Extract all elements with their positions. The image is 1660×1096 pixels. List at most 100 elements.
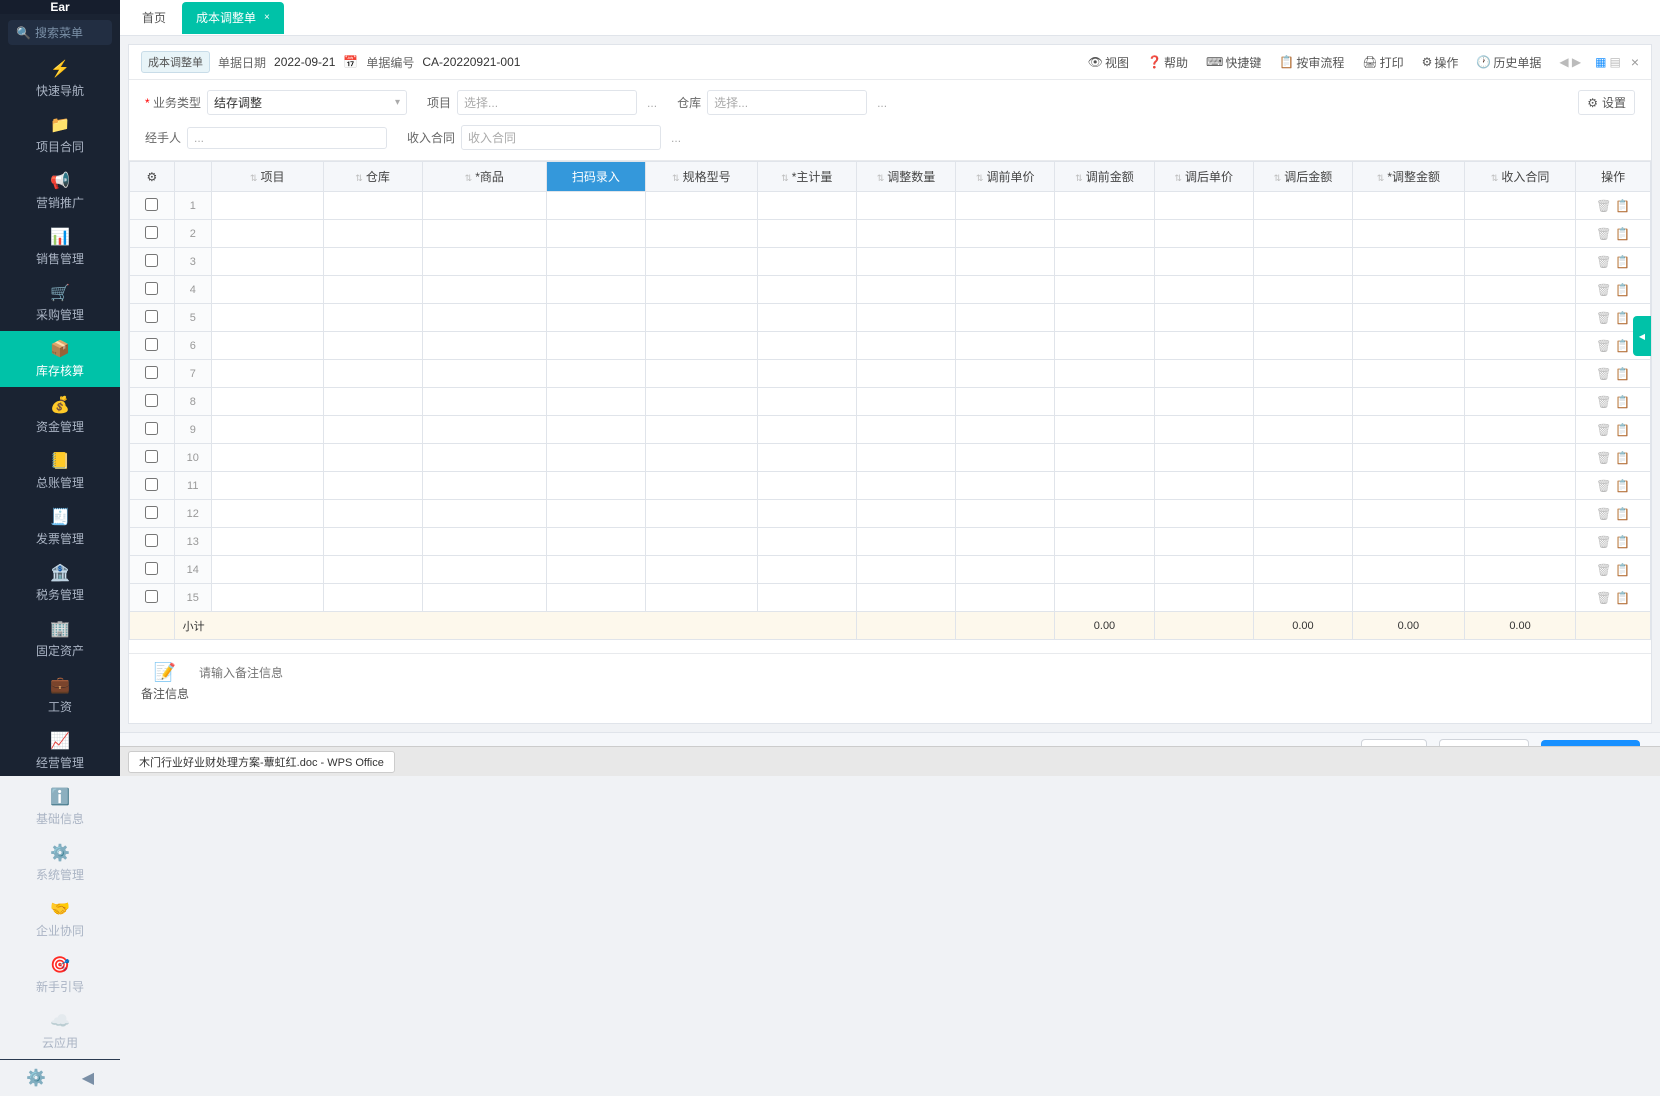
- row-after-price[interactable]: [1154, 472, 1253, 500]
- row-after-price[interactable]: [1154, 220, 1253, 248]
- row-checkbox[interactable]: [130, 388, 175, 416]
- row-before-price[interactable]: [956, 416, 1055, 444]
- grid-view-icon[interactable]: ▦: [1595, 55, 1606, 69]
- row-after-price[interactable]: [1154, 584, 1253, 612]
- row-unit[interactable]: [757, 332, 856, 360]
- row-before-price[interactable]: [956, 276, 1055, 304]
- row-project[interactable]: [211, 192, 323, 220]
- row-unit[interactable]: [757, 528, 856, 556]
- row-adjust-amount[interactable]: [1353, 360, 1465, 388]
- row-after-amount[interactable]: [1253, 220, 1352, 248]
- row-after-amount[interactable]: [1253, 360, 1352, 388]
- copy-row-icon[interactable]: 📋: [1615, 479, 1630, 493]
- row-project[interactable]: [211, 556, 323, 584]
- row-checkbox-input[interactable]: [145, 366, 158, 379]
- sidebar-item-inventory-check[interactable]: 📦 库存核算: [0, 331, 120, 387]
- row-scan[interactable]: [546, 192, 645, 220]
- income-contract-select[interactable]: 收入合同: [461, 125, 661, 150]
- row-adjust-amount[interactable]: [1353, 332, 1465, 360]
- sidebar-item-system-mgmt[interactable]: ⚙️ 系统管理: [0, 835, 120, 891]
- row-spec[interactable]: [646, 444, 758, 472]
- row-after-amount[interactable]: [1253, 248, 1352, 276]
- row-goods[interactable]: [422, 472, 546, 500]
- row-goods[interactable]: [422, 388, 546, 416]
- row-checkbox[interactable]: [130, 192, 175, 220]
- list-view-icon[interactable]: ▤: [1609, 55, 1620, 69]
- row-unit[interactable]: [757, 584, 856, 612]
- row-project[interactable]: [211, 360, 323, 388]
- row-scan[interactable]: [546, 248, 645, 276]
- row-warehouse[interactable]: [323, 584, 422, 612]
- row-before-price[interactable]: [956, 332, 1055, 360]
- col-adjust-amount-header[interactable]: ⇅ *调整金额: [1353, 162, 1465, 192]
- sidebar-item-purchase-mgmt[interactable]: 🛒 采购管理: [0, 275, 120, 331]
- copy-row-icon[interactable]: 📋: [1615, 227, 1630, 241]
- sidebar-item-ops-mgmt[interactable]: 📈 经营管理: [0, 723, 120, 779]
- delete-row-icon[interactable]: 🗑: [1596, 367, 1611, 381]
- row-checkbox[interactable]: [130, 528, 175, 556]
- row-before-amount[interactable]: [1055, 416, 1154, 444]
- row-goods[interactable]: [422, 248, 546, 276]
- calendar-icon[interactable]: 📅: [343, 55, 358, 69]
- row-adjust-amount[interactable]: [1353, 556, 1465, 584]
- row-spec[interactable]: [646, 472, 758, 500]
- row-after-amount[interactable]: [1253, 192, 1352, 220]
- row-project[interactable]: [211, 528, 323, 556]
- row-project[interactable]: [211, 584, 323, 612]
- row-warehouse[interactable]: [323, 500, 422, 528]
- row-income[interactable]: [1464, 360, 1576, 388]
- row-adjust-amount[interactable]: [1353, 388, 1465, 416]
- row-qty[interactable]: [856, 276, 955, 304]
- row-warehouse[interactable]: [323, 472, 422, 500]
- row-checkbox-input[interactable]: [145, 534, 158, 547]
- row-warehouse[interactable]: [323, 220, 422, 248]
- row-spec[interactable]: [646, 388, 758, 416]
- row-spec[interactable]: [646, 584, 758, 612]
- delete-row-icon[interactable]: 🗑: [1596, 563, 1611, 577]
- row-after-price[interactable]: [1154, 276, 1253, 304]
- row-qty[interactable]: [856, 556, 955, 584]
- row-scan[interactable]: [546, 444, 645, 472]
- row-after-amount[interactable]: [1253, 388, 1352, 416]
- collapse-icon[interactable]: ◀: [82, 1068, 94, 1088]
- biz-type-select[interactable]: 结存调整 ▾: [207, 90, 407, 115]
- row-qty[interactable]: [856, 472, 955, 500]
- delete-row-icon[interactable]: 🗑: [1596, 199, 1611, 213]
- tab-home[interactable]: 首页: [128, 2, 180, 34]
- row-checkbox[interactable]: [130, 444, 175, 472]
- delete-row-icon[interactable]: 🗑: [1596, 591, 1611, 605]
- row-checkbox-input[interactable]: [145, 506, 158, 519]
- shortcut-btn[interactable]: ⌨ 快捷键: [1202, 52, 1265, 73]
- row-warehouse[interactable]: [323, 276, 422, 304]
- taskbar-item[interactable]: 木门行业好业财处理方案-蕈虹红.doc - WPS Office: [128, 751, 395, 773]
- row-warehouse[interactable]: [323, 556, 422, 584]
- row-checkbox-input[interactable]: [145, 562, 158, 575]
- row-project[interactable]: [211, 332, 323, 360]
- row-qty[interactable]: [856, 500, 955, 528]
- row-adjust-amount[interactable]: [1353, 444, 1465, 472]
- row-unit[interactable]: [757, 248, 856, 276]
- row-after-price[interactable]: [1154, 332, 1253, 360]
- help-btn[interactable]: ❓ 帮助: [1143, 52, 1192, 73]
- settings-btn[interactable]: ⚙ 设置: [1578, 90, 1635, 115]
- row-before-amount[interactable]: [1055, 360, 1154, 388]
- project-select[interactable]: 选择...: [457, 90, 637, 115]
- row-warehouse[interactable]: [323, 360, 422, 388]
- warehouse-select[interactable]: 选择...: [707, 90, 867, 115]
- row-unit[interactable]: [757, 388, 856, 416]
- row-project[interactable]: [211, 248, 323, 276]
- delete-row-icon[interactable]: 🗑: [1596, 255, 1611, 269]
- delete-row-icon[interactable]: 🗑: [1596, 507, 1611, 521]
- row-before-amount[interactable]: [1055, 304, 1154, 332]
- copy-row-icon[interactable]: 📋: [1615, 339, 1630, 353]
- row-after-amount[interactable]: [1253, 332, 1352, 360]
- row-project[interactable]: [211, 500, 323, 528]
- col-before-price-header[interactable]: ⇅ 调前单价: [956, 162, 1055, 192]
- row-income[interactable]: [1464, 248, 1576, 276]
- row-before-price[interactable]: [956, 500, 1055, 528]
- row-spec[interactable]: [646, 556, 758, 584]
- row-checkbox[interactable]: [130, 472, 175, 500]
- copy-row-icon[interactable]: 📋: [1615, 255, 1630, 269]
- close-doc-btn[interactable]: ×: [1631, 54, 1639, 70]
- row-after-price[interactable]: [1154, 388, 1253, 416]
